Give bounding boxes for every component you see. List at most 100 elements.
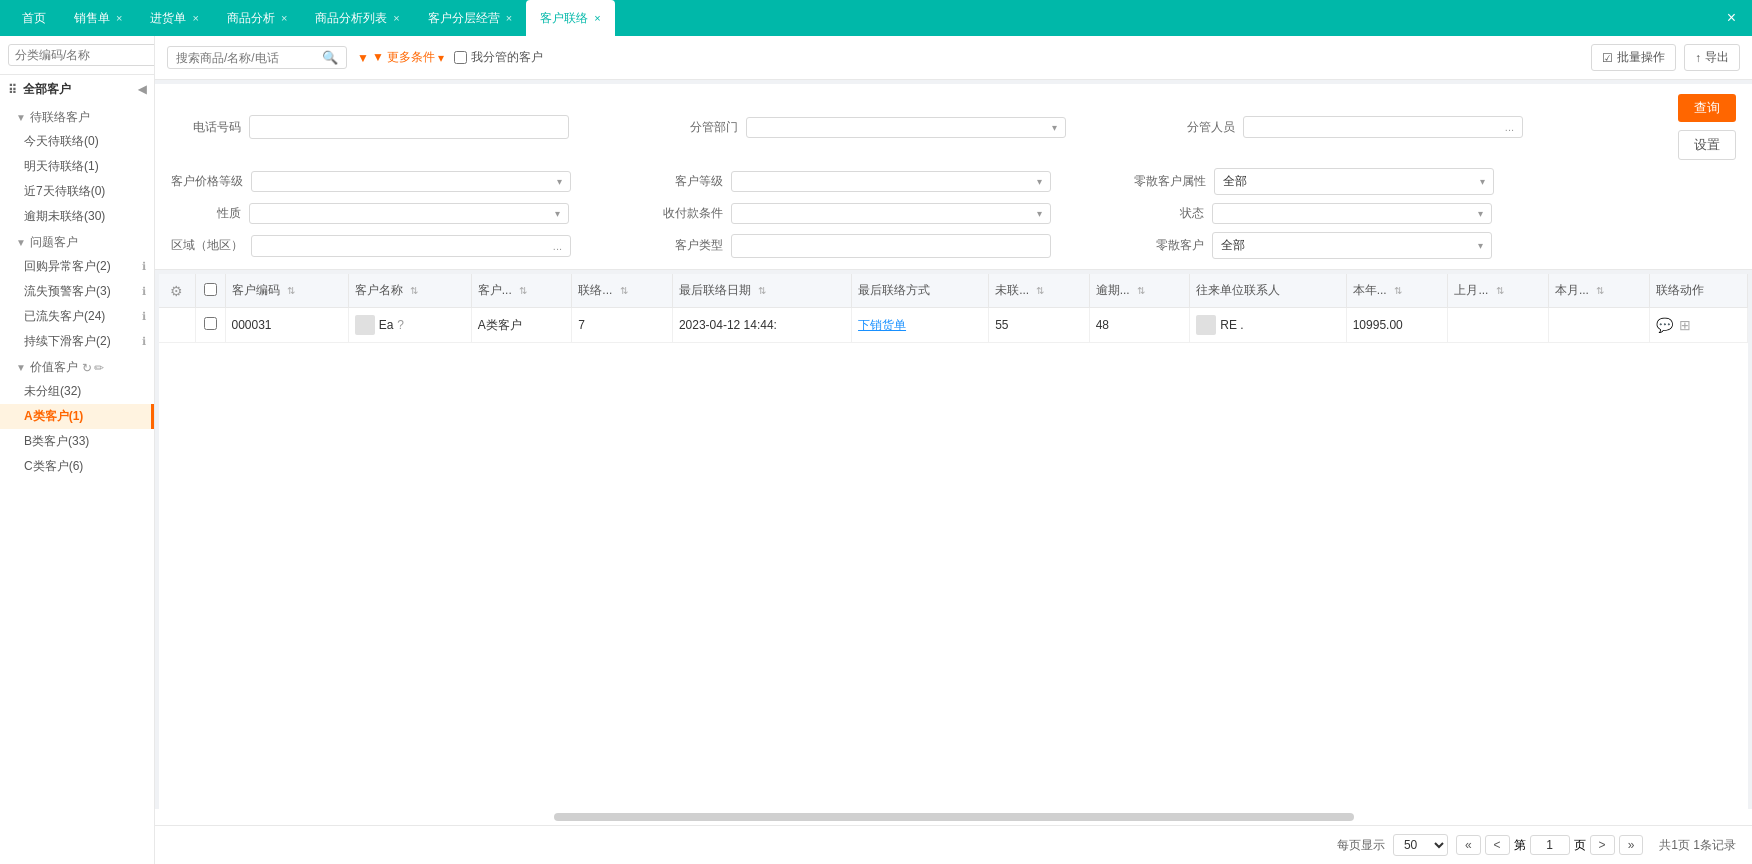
sort-icon-name[interactable]: ⇅ bbox=[410, 285, 418, 296]
phone-label: 电话号码 bbox=[171, 119, 241, 136]
close-tab-purchase-order[interactable]: × bbox=[192, 12, 198, 24]
filter-row-4: 区域（地区） ... 客户类型 零散客户 全部 ▾ bbox=[171, 232, 1736, 259]
sort-icon-overdue[interactable]: ⇅ bbox=[1137, 285, 1145, 296]
qr-icon[interactable]: ⊞ bbox=[1679, 317, 1691, 333]
search-bar: 🔍 bbox=[167, 46, 347, 69]
sidebar-search-input[interactable] bbox=[8, 44, 155, 66]
sort-icon-code[interactable]: ⇅ bbox=[287, 285, 295, 296]
main-layout: 🔍 ⠿ 全部客户 ◀ ▼ 待联络客户 今天待联络(0) 明天待联络(1) 近7天… bbox=[0, 36, 1752, 864]
my-customers-check[interactable] bbox=[454, 51, 467, 64]
last-page-btn[interactable]: » bbox=[1619, 835, 1644, 855]
row-checkbox[interactable] bbox=[204, 317, 217, 330]
batch-op-button[interactable]: ☑ 批量操作 bbox=[1591, 44, 1676, 71]
setting-button[interactable]: 设置 bbox=[1678, 130, 1736, 160]
close-tab-customer-segment[interactable]: × bbox=[506, 12, 512, 24]
retail-select[interactable]: 全部 ▾ bbox=[1212, 232, 1492, 259]
filter-actions: ☑ 批量操作 ↑ 导出 bbox=[1591, 44, 1740, 71]
tab-home[interactable]: 首页 bbox=[8, 0, 60, 36]
region-select[interactable]: ... bbox=[251, 235, 571, 257]
td-code: 000031 bbox=[225, 308, 348, 343]
sort-icon-cur-month[interactable]: ⇅ bbox=[1596, 285, 1604, 296]
export-button[interactable]: ↑ 导出 bbox=[1684, 44, 1740, 71]
sort-icon-date[interactable]: ⇅ bbox=[758, 285, 766, 296]
tab-product-analysis-list[interactable]: 商品分析列表 × bbox=[301, 0, 413, 36]
more-filter-button[interactable]: ▼ ▼ 更多条件 ▾ bbox=[357, 49, 444, 66]
first-page-btn[interactable]: « bbox=[1456, 835, 1481, 855]
tab-purchase-order[interactable]: 进货单 × bbox=[136, 0, 212, 36]
tab-sales-order[interactable]: 销售单 × bbox=[60, 0, 136, 36]
checkbox-icon: ☑ bbox=[1602, 51, 1613, 65]
customer-level-select[interactable]: ▾ bbox=[731, 171, 1051, 192]
info-icon-4[interactable]: ℹ bbox=[142, 335, 146, 348]
close-tab-product-analysis-list[interactable]: × bbox=[393, 12, 399, 24]
refresh-icon[interactable]: ↻ bbox=[82, 361, 92, 375]
sort-icon-contact[interactable]: ⇅ bbox=[620, 285, 628, 296]
sidebar-item-b-class[interactable]: B类客户(33) bbox=[0, 429, 154, 454]
next-page-btn[interactable]: > bbox=[1590, 835, 1615, 855]
close-tab-sales-order[interactable]: × bbox=[116, 12, 122, 24]
sidebar-item-tomorrow-pending[interactable]: 明天待联络(1) bbox=[0, 154, 154, 179]
sidebar-item-c-class[interactable]: C类客户(6) bbox=[0, 454, 154, 479]
sidebar-item-churned[interactable]: 已流失客户(24) ℹ bbox=[0, 304, 154, 329]
per-page-label: 每页显示 bbox=[1337, 837, 1385, 854]
value-group-label[interactable]: ▼ 价值客户 ↻ ✏ bbox=[0, 354, 154, 379]
main-search-icon[interactable]: 🔍 bbox=[322, 50, 338, 65]
dept-select[interactable]: ▾ bbox=[746, 117, 1066, 138]
info-icon-1[interactable]: ℹ bbox=[142, 260, 146, 273]
sort-icon-year[interactable]: ⇅ bbox=[1394, 285, 1402, 296]
collapse-icon[interactable]: ◀ bbox=[138, 83, 146, 96]
tab-customer-contact[interactable]: 客户联络 × bbox=[526, 0, 614, 36]
per-page-select[interactable]: 50 100 bbox=[1393, 834, 1448, 856]
close-tab-product-analysis[interactable]: × bbox=[281, 12, 287, 24]
scrollbar-thumb[interactable] bbox=[554, 813, 1354, 821]
edit-icon[interactable]: ✏ bbox=[94, 361, 104, 375]
prev-page-btn[interactable]: < bbox=[1485, 835, 1510, 855]
dept-dropdown-arrow: ▾ bbox=[1052, 122, 1057, 133]
customer-type-input[interactable] bbox=[731, 234, 1051, 258]
page-number-input[interactable] bbox=[1530, 835, 1570, 855]
select-all-checkbox[interactable] bbox=[204, 283, 217, 296]
payment-select[interactable]: ▾ bbox=[731, 203, 1051, 224]
close-all-button[interactable]: × bbox=[1719, 9, 1744, 27]
nature-select[interactable]: ▾ bbox=[249, 203, 569, 224]
status-label: 状态 bbox=[1134, 205, 1204, 222]
sidebar-item-repurchase-abnormal[interactable]: 回购异常客户(2) ℹ bbox=[0, 254, 154, 279]
message-icon[interactable]: 💬 bbox=[1656, 317, 1673, 333]
person-select[interactable]: ... bbox=[1243, 116, 1523, 138]
tab-customer-segment[interactable]: 客户分层经营 × bbox=[414, 0, 526, 36]
sidebar-item-today-pending[interactable]: 今天待联络(0) bbox=[0, 129, 154, 154]
all-customers-header[interactable]: ⠿ 全部客户 ◀ bbox=[0, 75, 154, 104]
phone-input[interactable] bbox=[249, 115, 569, 139]
filter-row-3: 性质 ▾ 收付款条件 ▾ 状态 bbox=[171, 203, 1736, 224]
price-level-select[interactable]: ▾ bbox=[251, 171, 571, 192]
main-search-input[interactable] bbox=[176, 51, 316, 65]
contact-way-link[interactable]: 下销货单 bbox=[858, 318, 906, 332]
contact-person-avatar bbox=[1196, 315, 1216, 335]
horizontal-scrollbar[interactable] bbox=[155, 809, 1752, 825]
sidebar-item-overdue-pending[interactable]: 逾期未联络(30) bbox=[0, 204, 154, 229]
problem-group-label[interactable]: ▼ 问题客户 bbox=[0, 229, 154, 254]
td-last-contact-date: 2023-04-12 14:44: bbox=[672, 308, 851, 343]
sidebar-item-declining[interactable]: 持续下滑客户(2) ℹ bbox=[0, 329, 154, 354]
sort-icon-not-contacted[interactable]: ⇅ bbox=[1036, 285, 1044, 296]
gear-icon[interactable]: ⚙ bbox=[170, 283, 183, 299]
filter-person: 分管人员 ... bbox=[1165, 94, 1662, 160]
tab-product-analysis[interactable]: 商品分析 × bbox=[213, 0, 301, 36]
person-more-btn[interactable]: ... bbox=[1505, 121, 1514, 133]
sort-icon-type[interactable]: ⇅ bbox=[519, 285, 527, 296]
region-more-btn[interactable]: ... bbox=[553, 240, 562, 252]
sidebar-item-ungrouped[interactable]: 未分组(32) bbox=[0, 379, 154, 404]
th-name: 客户名称 ⇅ bbox=[348, 274, 471, 308]
info-icon-2[interactable]: ℹ bbox=[142, 285, 146, 298]
sidebar-item-a-class[interactable]: A类客户(1) bbox=[0, 404, 154, 429]
info-icon-3[interactable]: ℹ bbox=[142, 310, 146, 323]
sidebar-item-7days-pending[interactable]: 近7天待联络(0) bbox=[0, 179, 154, 204]
my-customers-checkbox[interactable]: 我分管的客户 bbox=[454, 49, 543, 66]
status-select[interactable]: ▾ bbox=[1212, 203, 1492, 224]
pending-group-label[interactable]: ▼ 待联络客户 bbox=[0, 104, 154, 129]
sort-icon-last-month[interactable]: ⇅ bbox=[1496, 285, 1504, 296]
close-tab-customer-contact[interactable]: × bbox=[594, 12, 600, 24]
sidebar-item-churn-warning[interactable]: 流失预警客户(3) ℹ bbox=[0, 279, 154, 304]
retail-attr-select[interactable]: 全部 ▾ bbox=[1214, 168, 1494, 195]
query-button[interactable]: 查询 bbox=[1678, 94, 1736, 122]
